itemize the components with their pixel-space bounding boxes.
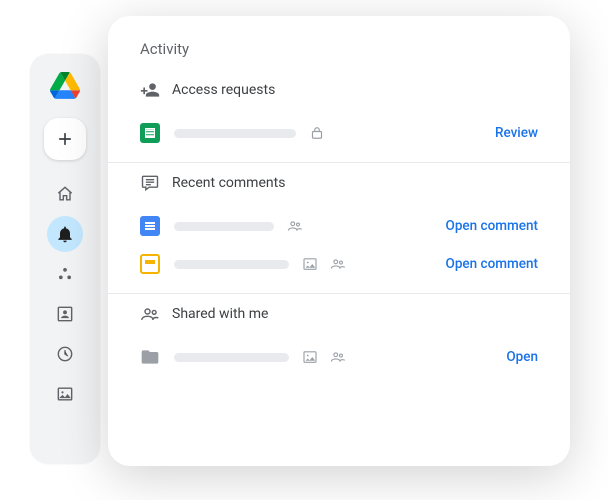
clock-icon: [55, 344, 75, 364]
filename-placeholder: [174, 260, 289, 269]
nav-activity[interactable]: [47, 216, 83, 252]
section-label: Shared with me: [172, 306, 268, 322]
nav-workspaces[interactable]: [47, 256, 83, 292]
section-header-shared: Shared with me: [140, 304, 538, 324]
people-icon: [329, 255, 347, 273]
row-meta: [308, 124, 326, 142]
access-request-row[interactable]: Review: [140, 114, 538, 152]
sidebar: [30, 54, 100, 464]
person-box-icon: [55, 304, 75, 324]
lock-icon: [308, 124, 326, 142]
people-icon: [140, 304, 160, 324]
shared-row[interactable]: Open: [140, 338, 538, 376]
filename-placeholder: [174, 222, 274, 231]
filename-placeholder: [174, 353, 289, 362]
nav-photos[interactable]: [47, 376, 83, 412]
section-access-requests: Access requests Review: [140, 80, 538, 152]
section-label: Access requests: [172, 82, 275, 98]
review-action[interactable]: Review: [495, 125, 538, 141]
people-icon: [329, 348, 347, 366]
section-header-comments: Recent comments: [140, 173, 538, 193]
bell-icon: [55, 224, 75, 244]
nav-home[interactable]: [47, 176, 83, 212]
drive-logo-icon: [50, 72, 80, 100]
section-shared-with-me: Shared with me Open: [140, 304, 538, 376]
person-add-icon: [140, 80, 160, 100]
nav-recent[interactable]: [47, 336, 83, 372]
folder-icon: [140, 347, 160, 367]
new-button[interactable]: [44, 118, 86, 160]
divider: [108, 293, 570, 294]
section-label: Recent comments: [172, 175, 285, 191]
open-comment-action[interactable]: Open comment: [446, 256, 538, 272]
section-header-access: Access requests: [140, 80, 538, 100]
sheets-file-icon: [140, 123, 160, 143]
home-icon: [55, 184, 75, 204]
comment-icon: [140, 173, 160, 193]
comment-row[interactable]: Open comment: [140, 245, 538, 283]
people-icon: [286, 217, 304, 235]
row-meta: [301, 255, 347, 273]
divider: [108, 162, 570, 163]
row-meta: [286, 217, 304, 235]
nav-shared[interactable]: [47, 296, 83, 332]
workspaces-icon: [55, 264, 75, 284]
slides-file-icon: [140, 254, 160, 274]
row-meta: [301, 348, 347, 366]
image-small-icon: [301, 255, 319, 273]
open-comment-action[interactable]: Open comment: [446, 218, 538, 234]
filename-placeholder: [174, 129, 296, 138]
open-action[interactable]: Open: [506, 349, 538, 365]
image-small-icon: [301, 348, 319, 366]
panel-title: Activity: [140, 40, 538, 58]
section-recent-comments: Recent comments Open comment Open commen…: [140, 173, 538, 283]
plus-icon: [55, 129, 75, 149]
activity-panel: Activity Access requests Review Recent c…: [108, 16, 570, 466]
comment-row[interactable]: Open comment: [140, 207, 538, 245]
image-icon: [55, 384, 75, 404]
docs-file-icon: [140, 216, 160, 236]
